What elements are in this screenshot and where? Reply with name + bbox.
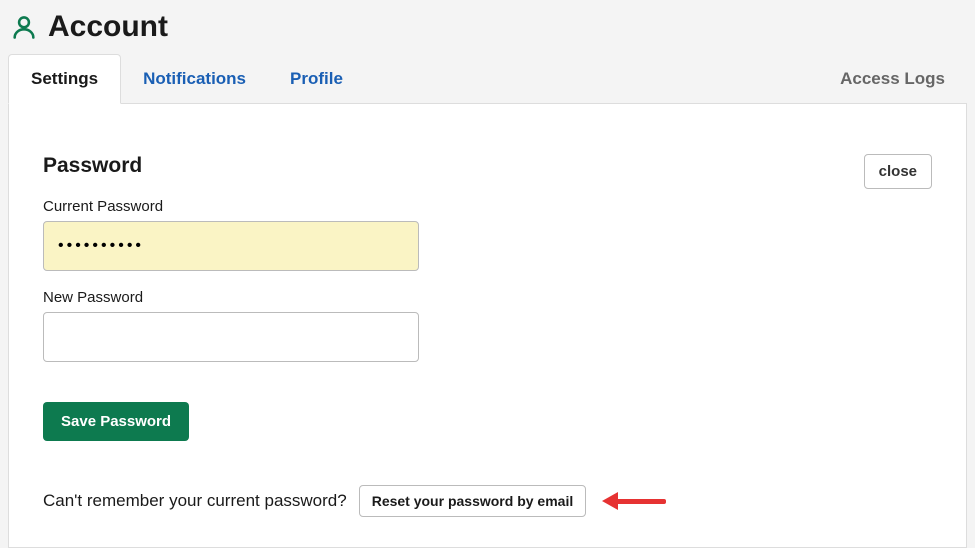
- close-button[interactable]: close: [864, 154, 932, 189]
- user-icon: [10, 13, 38, 41]
- current-password-input[interactable]: [43, 221, 419, 271]
- save-password-button[interactable]: Save Password: [43, 402, 189, 441]
- new-password-group: New Password: [43, 289, 932, 362]
- page-header: Account: [0, 0, 975, 54]
- tabs: Settings Notifications Profile Access Lo…: [8, 54, 967, 103]
- current-password-label: Current Password: [43, 198, 932, 215]
- current-password-group: Current Password: [43, 198, 932, 271]
- reset-row: Can't remember your current password? Re…: [43, 485, 932, 517]
- password-section-title: Password: [43, 154, 142, 178]
- annotation-arrow-icon: [602, 492, 666, 510]
- tab-notifications[interactable]: Notifications: [121, 55, 268, 103]
- page-title: Account: [48, 10, 168, 44]
- reset-prompt-text: Can't remember your current password?: [43, 491, 347, 511]
- tab-profile[interactable]: Profile: [268, 55, 365, 103]
- tabs-container: Settings Notifications Profile Access Lo…: [8, 54, 967, 104]
- new-password-label: New Password: [43, 289, 932, 306]
- password-section-header: Password close: [43, 154, 932, 198]
- settings-panel: Password close Current Password New Pass…: [8, 104, 967, 548]
- tab-settings[interactable]: Settings: [8, 54, 121, 104]
- tab-access-logs[interactable]: Access Logs: [818, 55, 967, 103]
- new-password-input[interactable]: [43, 312, 419, 362]
- reset-by-email-button[interactable]: Reset your password by email: [359, 485, 587, 517]
